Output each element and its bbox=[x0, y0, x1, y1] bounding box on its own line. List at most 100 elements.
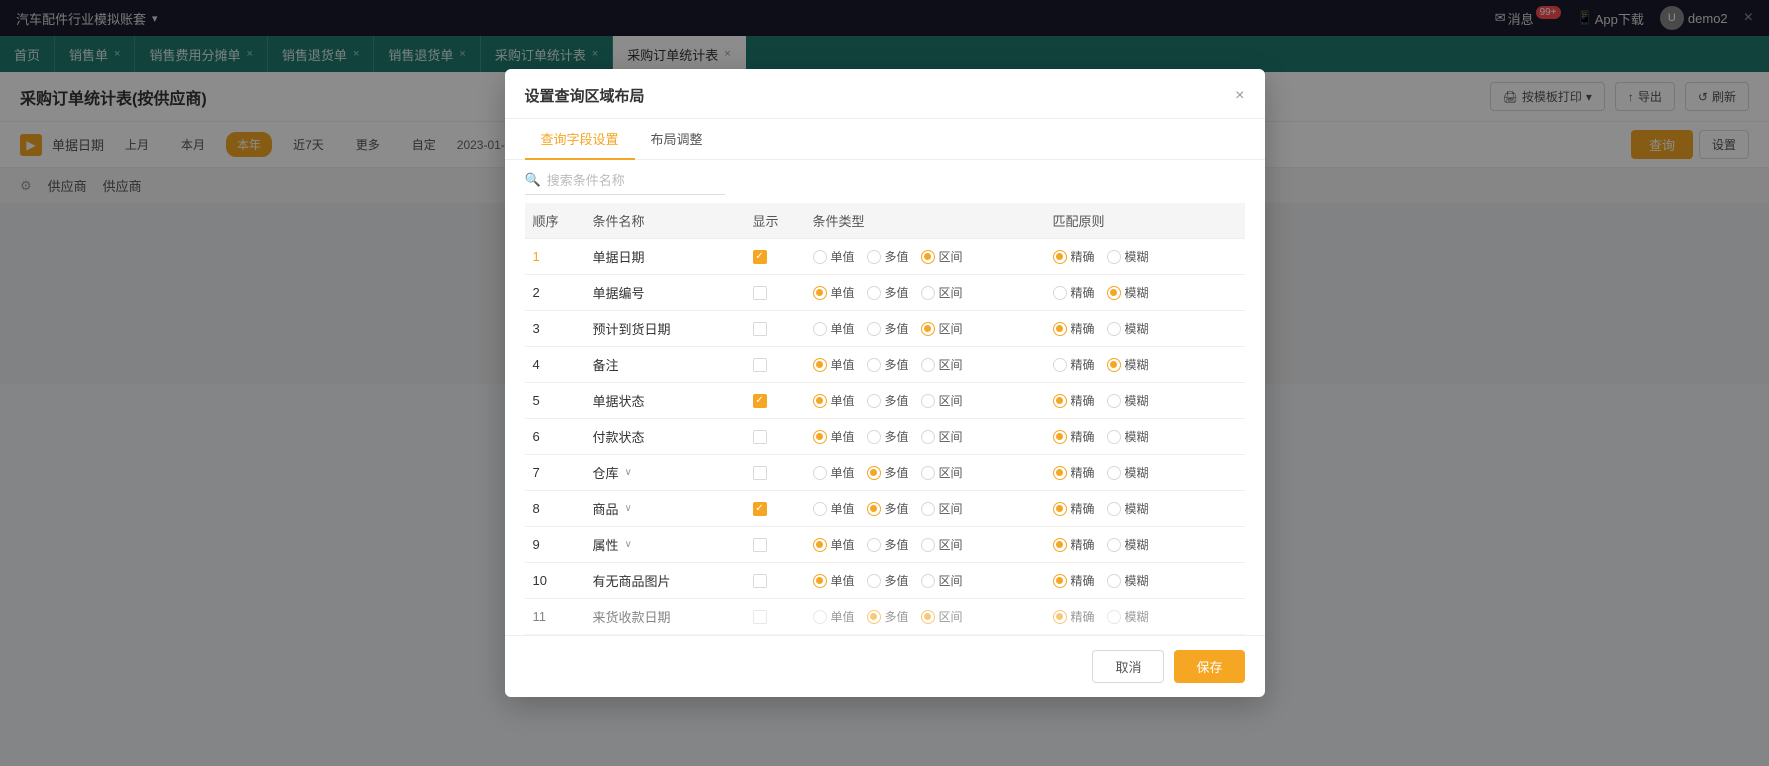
radio-range-4[interactable]: 区间 bbox=[921, 356, 963, 373]
checkbox-display-11[interactable] bbox=[753, 610, 767, 624]
cell-display-4[interactable] bbox=[745, 358, 805, 372]
radio-fuzzy-11[interactable]: 模糊 bbox=[1107, 608, 1149, 625]
cell-display-8[interactable]: ✓ bbox=[745, 502, 805, 516]
cell-display-9[interactable] bbox=[745, 538, 805, 552]
radio-single-4[interactable]: 单值 bbox=[813, 356, 855, 373]
radio-precise-4[interactable]: 精确 bbox=[1053, 356, 1095, 373]
radio-range-2[interactable]: 区间 bbox=[921, 284, 963, 301]
radio-fuzzy-1[interactable]: 模糊 bbox=[1107, 248, 1149, 265]
cell-type-1: 单值 多值 区间 bbox=[805, 248, 1045, 265]
radio-dot-multi-2 bbox=[867, 286, 881, 300]
radio-single-5[interactable]: 单值 bbox=[813, 392, 855, 409]
cell-order-7: 7 bbox=[525, 465, 585, 480]
radio-single-1[interactable]: 单值 bbox=[813, 248, 855, 265]
radio-multi-10[interactable]: 多值 bbox=[867, 572, 909, 589]
radio-multi-5[interactable]: 多值 bbox=[867, 392, 909, 409]
radio-fuzzy-10[interactable]: 模糊 bbox=[1107, 572, 1149, 589]
radio-multi-7[interactable]: 多值 bbox=[867, 464, 909, 481]
radio-dot-single-3 bbox=[813, 322, 827, 336]
cell-type-9: 单值 多值 区间 bbox=[805, 536, 1045, 553]
radio-single-9[interactable]: 单值 bbox=[813, 536, 855, 553]
radio-multi-3[interactable]: 多值 bbox=[867, 320, 909, 337]
search-input[interactable] bbox=[547, 173, 707, 188]
radio-multi-2[interactable]: 多值 bbox=[867, 284, 909, 301]
match-group-8: 精确 模糊 bbox=[1053, 500, 1149, 517]
radio-fuzzy-8[interactable]: 模糊 bbox=[1107, 500, 1149, 517]
radio-fuzzy-5[interactable]: 模糊 bbox=[1107, 392, 1149, 409]
radio-multi-11[interactable]: 多值 bbox=[867, 608, 909, 625]
checkbox-display-6[interactable] bbox=[753, 430, 767, 444]
radio-fuzzy-2[interactable]: 模糊 bbox=[1107, 284, 1149, 301]
cell-display-6[interactable] bbox=[745, 430, 805, 444]
cell-display-2[interactable] bbox=[745, 286, 805, 300]
radio-range-5[interactable]: 区间 bbox=[921, 392, 963, 409]
cell-order-11: 11 bbox=[525, 609, 585, 624]
radio-range-8[interactable]: 区间 bbox=[921, 500, 963, 517]
match-group-10: 精确 模糊 bbox=[1053, 572, 1149, 589]
checkbox-display-1[interactable]: ✓ bbox=[753, 250, 767, 264]
radio-dot-multi-6 bbox=[867, 430, 881, 444]
radio-range-1[interactable]: 区间 bbox=[921, 248, 963, 265]
radio-single-6[interactable]: 单值 bbox=[813, 428, 855, 445]
radio-multi-4[interactable]: 多值 bbox=[867, 356, 909, 373]
radio-precise-8[interactable]: 精确 bbox=[1053, 500, 1095, 517]
cell-display-1[interactable]: ✓ bbox=[745, 250, 805, 264]
checkbox-display-7[interactable] bbox=[753, 466, 767, 480]
radio-single-2[interactable]: 单值 bbox=[813, 284, 855, 301]
radio-range-9[interactable]: 区间 bbox=[921, 536, 963, 553]
radio-multi-9[interactable]: 多值 bbox=[867, 536, 909, 553]
table-row: 8 商品 ∨ ✓ 单值 多值 区间 bbox=[525, 491, 1245, 527]
radio-single-7[interactable]: 单值 bbox=[813, 464, 855, 481]
cancel-button[interactable]: 取消 bbox=[1092, 650, 1164, 683]
cell-name-11: 来货收款日期 bbox=[585, 607, 745, 626]
tab-field-settings[interactable]: 查询字段设置 bbox=[525, 119, 635, 160]
radio-precise-10[interactable]: 精确 bbox=[1053, 572, 1095, 589]
radio-dot-fuzzy-10 bbox=[1107, 574, 1121, 588]
radio-precise-7[interactable]: 精确 bbox=[1053, 464, 1095, 481]
checkbox-display-8[interactable]: ✓ bbox=[753, 502, 767, 516]
radio-fuzzy-7[interactable]: 模糊 bbox=[1107, 464, 1149, 481]
checkbox-display-2[interactable] bbox=[753, 286, 767, 300]
radio-range-6[interactable]: 区间 bbox=[921, 428, 963, 445]
cell-display-10[interactable] bbox=[745, 574, 805, 588]
match-group-2: 精确 模糊 bbox=[1053, 284, 1149, 301]
radio-range-11[interactable]: 区间 bbox=[921, 608, 963, 625]
radio-range-10[interactable]: 区间 bbox=[921, 572, 963, 589]
radio-single-8[interactable]: 单值 bbox=[813, 500, 855, 517]
radio-single-10[interactable]: 单值 bbox=[813, 572, 855, 589]
cell-display-5[interactable]: ✓ bbox=[745, 394, 805, 408]
modal-dialog: 设置查询区域布局 × 查询字段设置 布局调整 🔍 顺序 条件名称 bbox=[505, 69, 1265, 697]
checkbox-display-4[interactable] bbox=[753, 358, 767, 372]
radio-precise-11[interactable]: 精确 bbox=[1053, 608, 1095, 625]
radio-dot-fuzzy-1 bbox=[1107, 250, 1121, 264]
radio-precise-9[interactable]: 精确 bbox=[1053, 536, 1095, 553]
radio-multi-6[interactable]: 多值 bbox=[867, 428, 909, 445]
radio-fuzzy-4[interactable]: 模糊 bbox=[1107, 356, 1149, 373]
save-button[interactable]: 保存 bbox=[1174, 650, 1244, 683]
radio-precise-3[interactable]: 精确 bbox=[1053, 320, 1095, 337]
checkbox-display-3[interactable] bbox=[753, 322, 767, 336]
radio-fuzzy-9[interactable]: 模糊 bbox=[1107, 536, 1149, 553]
cell-display-7[interactable] bbox=[745, 466, 805, 480]
checkbox-display-10[interactable] bbox=[753, 574, 767, 588]
radio-range-7[interactable]: 区间 bbox=[921, 464, 963, 481]
cell-display-3[interactable] bbox=[745, 322, 805, 336]
radio-fuzzy-6[interactable]: 模糊 bbox=[1107, 428, 1149, 445]
checkbox-display-5[interactable]: ✓ bbox=[753, 394, 767, 408]
radio-single-3[interactable]: 单值 bbox=[813, 320, 855, 337]
radio-precise-6[interactable]: 精确 bbox=[1053, 428, 1095, 445]
tab-layout-adjust[interactable]: 布局调整 bbox=[635, 119, 719, 160]
radio-precise-1[interactable]: 精确 bbox=[1053, 248, 1095, 265]
cell-display-11[interactable] bbox=[745, 610, 805, 624]
cell-name-7: 仓库 ∨ bbox=[585, 463, 745, 482]
radio-single-11[interactable]: 单值 bbox=[813, 608, 855, 625]
radio-multi-1[interactable]: 多值 bbox=[867, 248, 909, 265]
radio-range-3[interactable]: 区间 bbox=[921, 320, 963, 337]
checkbox-display-9[interactable] bbox=[753, 538, 767, 552]
modal-close-button[interactable]: × bbox=[1235, 87, 1244, 105]
radio-precise-5[interactable]: 精确 bbox=[1053, 392, 1095, 409]
radio-multi-8[interactable]: 多值 bbox=[867, 500, 909, 517]
radio-dot-fuzzy-9 bbox=[1107, 538, 1121, 552]
radio-precise-2[interactable]: 精确 bbox=[1053, 284, 1095, 301]
radio-fuzzy-3[interactable]: 模糊 bbox=[1107, 320, 1149, 337]
